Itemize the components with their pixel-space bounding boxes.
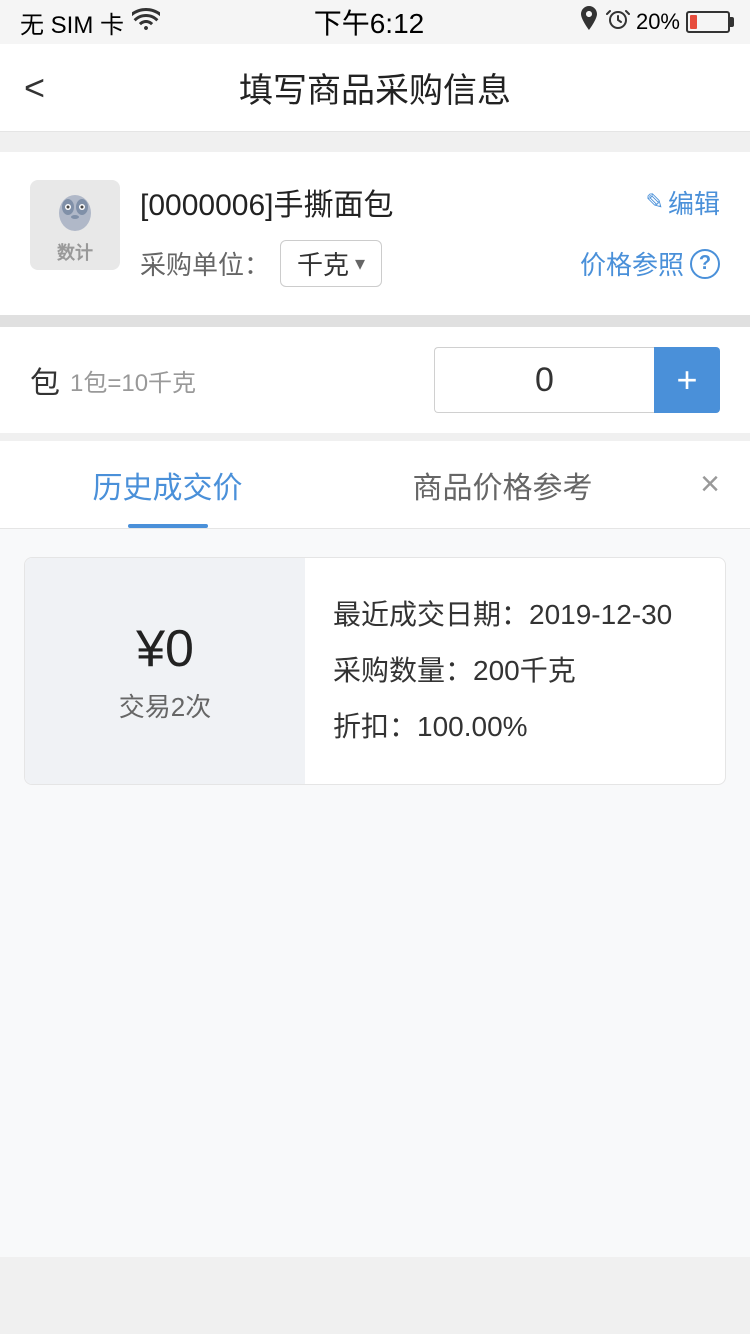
tabs-header: 历史成交价 商品价格参考 × <box>0 441 750 529</box>
product-thumbnail: 数计 <box>30 180 120 270</box>
sim-text: 无 SIM 卡 <box>20 5 124 40</box>
tab-history-price-label: 历史成交价 <box>93 463 243 507</box>
divider <box>0 315 750 327</box>
product-name: [0000006]手撕面包 <box>140 180 393 224</box>
status-right: 20% <box>578 6 730 38</box>
quantity-input-group: + <box>434 347 720 413</box>
tab-history-price[interactable]: 历史成交价 <box>0 441 335 528</box>
location-icon <box>578 6 600 38</box>
wifi-icon <box>132 8 160 37</box>
tab-product-price-ref-label: 商品价格参考 <box>413 463 593 507</box>
battery-percent: 20% <box>636 9 680 35</box>
alarm-icon <box>606 7 630 37</box>
quantity-row: 包 1包=10千克 + <box>0 327 750 433</box>
tabs-section: 历史成交价 商品价格参考 × ¥0 交易2次 最近成交日期：2019-12-30… <box>0 441 750 1257</box>
product-name-row: [0000006]手撕面包 ✎ 编辑 <box>140 180 720 224</box>
unit-label: 采购单位： <box>140 245 270 282</box>
tabs-close-button[interactable]: × <box>670 465 750 504</box>
discount-row: 折扣：100.00% <box>333 706 697 748</box>
edit-icon: ✎ <box>646 189 664 215</box>
edit-label: 编辑 <box>668 184 720 221</box>
transaction-count: 交易2次 <box>119 687 211 724</box>
discount-label: 折扣： <box>333 711 417 742</box>
header: < 填写商品采购信息 <box>0 44 750 132</box>
tab-active-indicator <box>128 524 208 528</box>
bao-sub: 1包=10千克 <box>70 363 196 398</box>
edit-button[interactable]: ✎ 编辑 <box>646 184 720 221</box>
history-price-value: ¥0 <box>136 619 194 679</box>
currency-symbol: ¥ <box>136 620 165 678</box>
recent-date-label: 最近成交日期： <box>333 599 529 630</box>
brand-text: 数计 <box>57 239 93 265</box>
unit-value: 千克 <box>297 245 349 282</box>
price-number: 0 <box>165 620 194 678</box>
product-info: [0000006]手撕面包 ✎ 编辑 采购单位： 千克 ▾ 价格参照 ? <box>140 180 720 287</box>
purchase-qty-row: 采购数量：200千克 <box>333 650 697 692</box>
back-button[interactable]: < <box>24 67 45 109</box>
page-title: 填写商品采购信息 <box>239 63 511 112</box>
content-area: ¥0 交易2次 最近成交日期：2019-12-30 采购数量：200千克 折扣：… <box>0 557 750 1257</box>
quantity-input[interactable] <box>434 347 654 413</box>
status-time: 下午6:12 <box>314 2 425 42</box>
purchase-qty-value: 200千克 <box>473 655 576 686</box>
price-ref-button[interactable]: 价格参照 ? <box>580 245 720 282</box>
status-left: 无 SIM 卡 <box>20 5 160 40</box>
help-icon: ? <box>690 249 720 279</box>
discount-value: 100.00% <box>417 711 528 742</box>
tab-product-price-ref[interactable]: 商品价格参考 <box>335 441 670 528</box>
history-card: ¥0 交易2次 最近成交日期：2019-12-30 采购数量：200千克 折扣：… <box>24 557 726 785</box>
product-card: 数计 [0000006]手撕面包 ✎ 编辑 采购单位： 千克 ▾ <box>0 152 750 315</box>
recent-date-row: 最近成交日期：2019-12-30 <box>333 594 697 636</box>
bao-label: 包 <box>30 358 60 402</box>
recent-date-value: 2019-12-30 <box>529 599 672 630</box>
dropdown-arrow-icon: ▾ <box>355 251 365 276</box>
quantity-plus-button[interactable]: + <box>654 347 720 413</box>
product-top: 数计 [0000006]手撕面包 ✎ 编辑 采购单位： 千克 ▾ <box>30 180 720 287</box>
battery-icon <box>686 11 730 33</box>
quantity-label-group: 包 1包=10千克 <box>30 358 196 402</box>
history-price-section: ¥0 交易2次 <box>25 558 305 784</box>
purchase-unit-row: 采购单位： 千克 ▾ 价格参照 ? <box>140 240 720 287</box>
status-bar: 无 SIM 卡 下午6:12 20% <box>0 0 750 44</box>
price-ref-label: 价格参照 <box>580 245 684 282</box>
purchase-qty-label: 采购数量： <box>333 655 473 686</box>
history-detail-section: 最近成交日期：2019-12-30 采购数量：200千克 折扣：100.00% <box>305 558 725 784</box>
unit-select[interactable]: 千克 ▾ <box>280 240 382 287</box>
